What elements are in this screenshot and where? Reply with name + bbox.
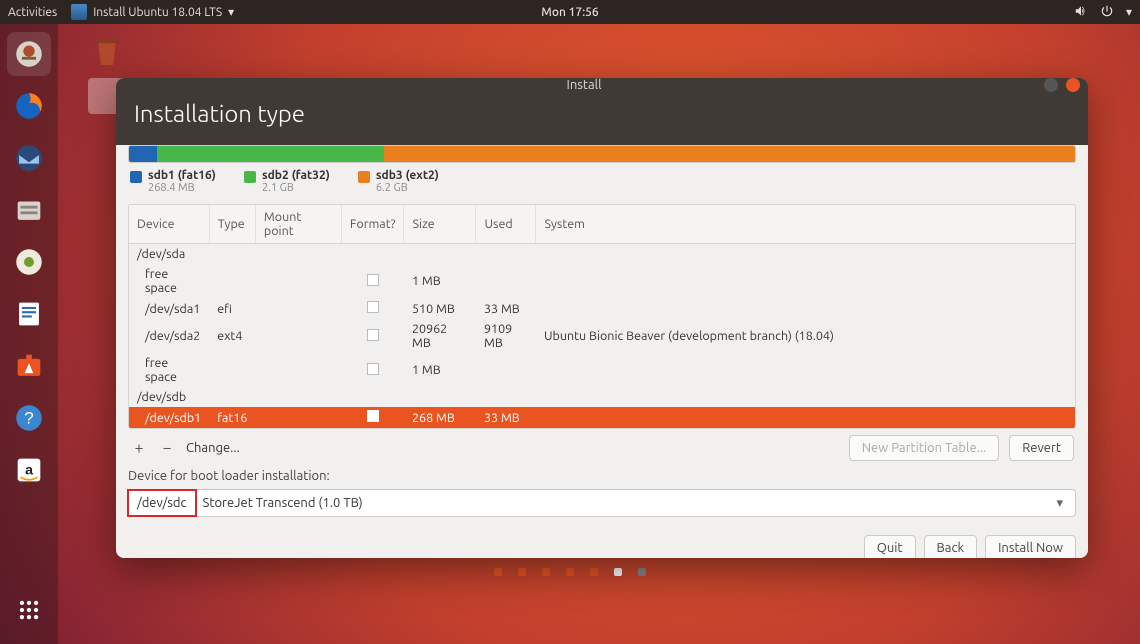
top-panel: Activities Install Ubuntu 18.04 LTS ▾ Mo… <box>0 0 1140 24</box>
window-header: Installation type <box>116 92 1088 145</box>
format-checkbox[interactable] <box>367 301 379 313</box>
boot-loader-label: Device for boot loader installation: <box>128 469 1076 483</box>
svg-text:a: a <box>25 462 33 478</box>
svg-text:?: ? <box>24 409 33 428</box>
progress-dot <box>566 568 574 576</box>
format-checkbox[interactable] <box>367 274 379 286</box>
remove-partition-button[interactable]: − <box>158 439 176 457</box>
activities-button[interactable]: Activities <box>8 6 57 19</box>
installer-app-icon <box>71 4 87 20</box>
legend-size: 268.4 MB <box>148 182 216 194</box>
progress-dot <box>614 568 622 576</box>
table-row[interactable]: free space1 MB <box>129 264 1075 298</box>
partition-bar-segment <box>129 146 157 162</box>
chevron-down-icon[interactable]: ▾ <box>1050 496 1069 511</box>
legend-swatch <box>244 171 256 183</box>
partition-bar-segment <box>384 146 1075 162</box>
format-checkbox[interactable] <box>367 410 379 422</box>
app-menu-label: Install Ubuntu 18.04 LTS <box>93 6 222 19</box>
legend-item: sdb1 (fat16) 268.4 MB <box>130 169 216 194</box>
legend-name: sdb2 (fat32) <box>262 169 330 182</box>
wizard-progress-dots <box>494 568 646 576</box>
legend-swatch <box>130 171 142 183</box>
clock-label[interactable]: Mon 17:56 <box>541 6 598 19</box>
table-column-header[interactable]: Size <box>404 205 476 244</box>
boot-loader-select[interactable]: /dev/sdc StoreJet Transcend (1.0 TB) ▾ <box>128 489 1076 517</box>
dock-files[interactable] <box>7 188 51 232</box>
chevron-down-icon: ▾ <box>228 5 234 19</box>
table-column-header[interactable]: Used <box>476 205 536 244</box>
app-menu-button[interactable]: Install Ubuntu 18.04 LTS ▾ <box>65 2 240 22</box>
dock-thunderbird[interactable] <box>7 136 51 180</box>
quit-button[interactable]: Quit <box>864 535 916 558</box>
dock-installer[interactable] <box>7 32 51 76</box>
table-row[interactable]: /dev/sda2ext420962 MB9109 MBUbuntu Bioni… <box>129 319 1075 353</box>
progress-dot <box>590 568 598 576</box>
minimize-button[interactable] <box>1044 78 1058 92</box>
page-heading: Installation type <box>134 100 1070 127</box>
add-partition-button[interactable]: + <box>130 439 148 457</box>
progress-dot <box>494 568 502 576</box>
partition-toolbar: + − Change... New Partition Table... Rev… <box>128 429 1076 467</box>
dock-help[interactable]: ? <box>7 396 51 440</box>
dock-ubuntu-software[interactable] <box>7 344 51 388</box>
close-button[interactable] <box>1066 78 1080 92</box>
partition-usage-bar <box>128 145 1076 163</box>
legend-name: sdb1 (fat16) <box>148 169 216 182</box>
dock-libreoffice-writer[interactable] <box>7 292 51 336</box>
dock-show-apps[interactable] <box>7 588 51 632</box>
back-button[interactable]: Back <box>924 535 978 558</box>
power-icon[interactable] <box>1100 4 1114 21</box>
progress-dot <box>638 568 646 576</box>
table-column-header[interactable]: Format? <box>341 205 404 244</box>
titlebar[interactable]: Install <box>116 78 1088 92</box>
partition-table[interactable]: DeviceTypeMount pointFormat?SizeUsedSyst… <box>128 204 1076 429</box>
legend-size: 2.1 GB <box>262 182 330 194</box>
table-column-header[interactable]: Device <box>129 205 209 244</box>
partition-legend: sdb1 (fat16) 268.4 MB sdb2 (fat32) 2.1 G… <box>128 167 1076 204</box>
revert-button[interactable]: Revert <box>1009 435 1074 461</box>
legend-size: 6.2 GB <box>376 182 439 194</box>
volume-icon[interactable] <box>1074 4 1088 21</box>
legend-swatch <box>358 171 370 183</box>
legend-item: sdb2 (fat32) 2.1 GB <box>244 169 330 194</box>
boot-loader-device-highlight: /dev/sdc <box>127 489 197 517</box>
legend-item: sdb3 (ext2) 6.2 GB <box>358 169 439 194</box>
table-row[interactable]: /dev/sda1efi510 MB33 MB <box>129 298 1075 319</box>
progress-dot <box>518 568 526 576</box>
system-menu-dropdown-icon[interactable]: ▾ <box>1126 5 1132 19</box>
legend-name: sdb3 (ext2) <box>376 169 439 182</box>
new-partition-table-button[interactable]: New Partition Table... <box>849 435 1000 461</box>
launcher-dock: ? a <box>0 24 58 644</box>
table-row[interactable]: /dev/sdb <box>129 387 1075 407</box>
change-partition-button[interactable]: Change... <box>186 441 240 455</box>
format-checkbox[interactable] <box>367 363 379 375</box>
dock-firefox[interactable] <box>7 84 51 128</box>
boot-loader-description: StoreJet Transcend (1.0 TB) <box>203 496 1051 510</box>
installer-window: Install Installation type sdb1 (fat16) 2… <box>116 78 1088 558</box>
install-now-button[interactable]: Install Now <box>985 535 1076 558</box>
progress-dot <box>542 568 550 576</box>
dock-rhythmbox[interactable] <box>7 240 51 284</box>
partition-bar-segment <box>157 146 384 162</box>
dock-amazon[interactable]: a <box>7 448 51 492</box>
table-row[interactable]: /dev/sda <box>129 244 1075 265</box>
table-column-header[interactable]: Mount point <box>255 205 341 244</box>
wizard-footer: Quit Back Install Now <box>128 535 1076 558</box>
table-row[interactable]: /dev/sdb1fat16268 MB33 MB <box>129 407 1075 428</box>
table-column-header[interactable]: System <box>536 205 1075 244</box>
format-checkbox[interactable] <box>367 329 379 341</box>
table-column-header[interactable]: Type <box>209 205 255 244</box>
table-row[interactable]: free space1 MB <box>129 353 1075 387</box>
desktop-icon-trash[interactable] <box>86 30 128 75</box>
window-title: Install <box>567 78 602 92</box>
